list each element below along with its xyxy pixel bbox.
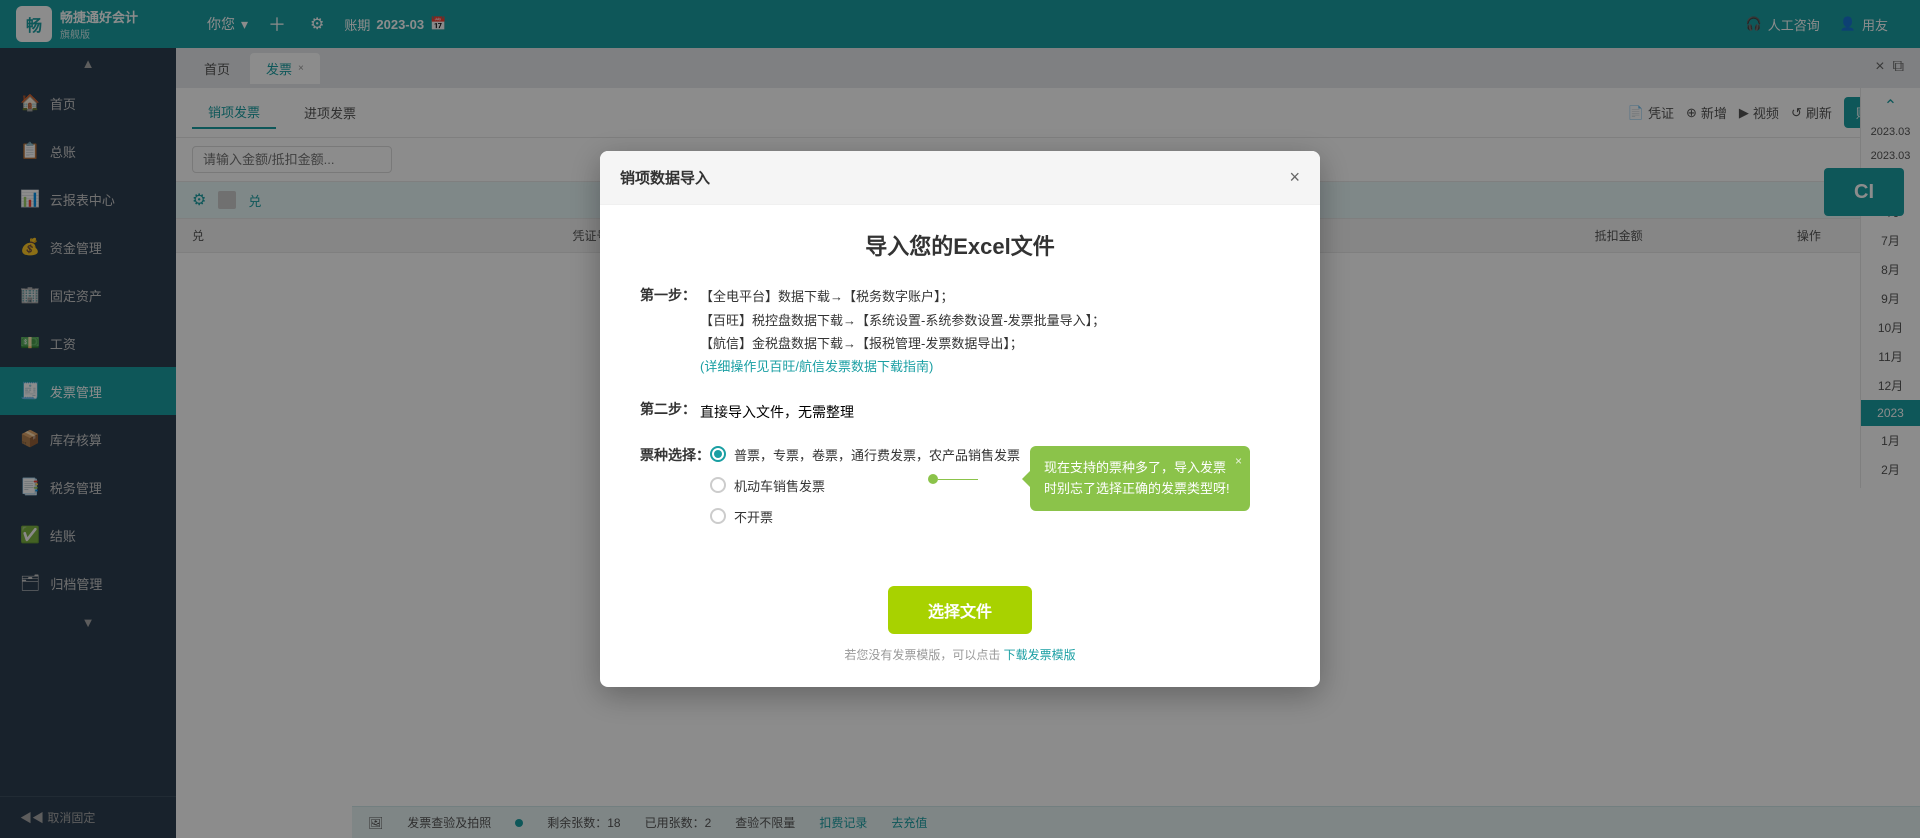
footer-note-area: 若您没有发票模版，可以点击 下载发票模版: [844, 646, 1075, 663]
modal-body: 导入您的Excel文件 第一步： 【全电平台】数据下载→【税务数字账户】； 【百…: [600, 205, 1320, 570]
step1-link-area: (详细操作见百旺/航信发票数据下载指南): [700, 355, 1105, 378]
radio-item-no-ticket[interactable]: 不开票: [710, 507, 1020, 526]
step1-guide-link[interactable]: (详细操作见百旺/航信发票数据下载指南): [700, 359, 933, 374]
ticket-label: 票种选择：: [640, 445, 710, 520]
tooltip-bubble: 现在支持的票种多了，导入发票时别忘了选择正确的发票类型呀! ×: [1030, 446, 1250, 512]
footer-note-text: 若您没有发票模版，可以点击: [844, 648, 1000, 662]
select-file-btn[interactable]: 选择文件: [888, 586, 1032, 634]
download-template-link[interactable]: 下载发票模版: [1004, 648, 1076, 662]
ticket-row: 票种选择： 普票，专票，卷票，通行费发票，农产品销售发票 机动车销售发票: [640, 445, 1280, 526]
tooltip-container: 现在支持的票种多了，导入发票时别忘了选择正确的发票类型呀! ×: [1030, 446, 1250, 512]
step1-line2: 【百旺】税控盘数据下载→【系统设置-系统参数设置-发票批量导入】；: [700, 309, 1105, 332]
radio-normal[interactable]: [710, 446, 726, 462]
ticket-section: 票种选择： 普票，专票，卷票，通行费发票，农产品销售发票 机动车销售发票: [640, 445, 1280, 526]
step2-section: 第二步： 直接导入文件，无需整理: [640, 399, 1280, 425]
step1-content: 【全电平台】数据下载→【税务数字账户】； 【百旺】税控盘数据下载→【系统设置-系…: [700, 285, 1105, 379]
step2-label: 第二步：: [640, 399, 700, 419]
step2-row: 第二步： 直接导入文件，无需整理: [640, 399, 1280, 425]
tooltip-dot: [928, 474, 938, 484]
radio-no-ticket-label: 不开票: [734, 507, 773, 526]
modal-close-btn[interactable]: ×: [1289, 167, 1300, 188]
modal-overlay: 销项数据导入 × 导入您的Excel文件 第一步： 【全电平台】数据下载→【税务…: [0, 0, 1920, 838]
radio-item-normal[interactable]: 普票，专票，卷票，通行费发票，农产品销售发票: [710, 445, 1020, 464]
radio-motor-label: 机动车销售发票: [734, 476, 825, 495]
radio-normal-label: 普票，专票，卷票，通行费发票，农产品销售发票: [734, 445, 1020, 464]
tooltip-close-btn[interactable]: ×: [1235, 452, 1242, 471]
modal-title: 销项数据导入: [620, 167, 710, 188]
tooltip-text: 现在支持的票种多了，导入发票时别忘了选择正确的发票类型呀!: [1044, 460, 1230, 496]
modal-main-title: 导入您的Excel文件: [640, 229, 1280, 261]
tooltip-line-area: [978, 479, 979, 480]
step1-label: 第一步：: [640, 285, 700, 373]
radio-item-motor[interactable]: 机动车销售发票 现在支持的票种多了，导入发票时别忘了选择正确的发票类: [710, 476, 1020, 495]
step1-line3: 【航信】金税盘数据下载→【报税管理-发票数据导出】；: [700, 332, 1105, 355]
modal-dialog: 销项数据导入 × 导入您的Excel文件 第一步： 【全电平台】数据下载→【税务…: [600, 151, 1320, 687]
radio-no-ticket[interactable]: [710, 508, 726, 524]
tooltip-inner: 现在支持的票种多了，导入发票时别忘了选择正确的发票类型呀! ×: [1030, 446, 1250, 512]
tooltip-line: [938, 479, 978, 480]
radio-group: 普票，专票，卷票，通行费发票，农产品销售发票 机动车销售发票: [710, 445, 1020, 526]
radio-motor[interactable]: [710, 477, 726, 493]
modal-footer: 选择文件 若您没有发票模版，可以点击 下载发票模版: [600, 570, 1320, 687]
step1-row: 第一步： 【全电平台】数据下载→【税务数字账户】； 【百旺】税控盘数据下载→【系…: [640, 285, 1280, 379]
modal-header: 销项数据导入 ×: [600, 151, 1320, 205]
step2-text: 直接导入文件，无需整理: [700, 402, 854, 422]
step1-line1: 【全电平台】数据下载→【税务数字账户】；: [700, 285, 1105, 308]
step1-section: 第一步： 【全电平台】数据下载→【税务数字账户】； 【百旺】税控盘数据下载→【系…: [640, 285, 1280, 379]
